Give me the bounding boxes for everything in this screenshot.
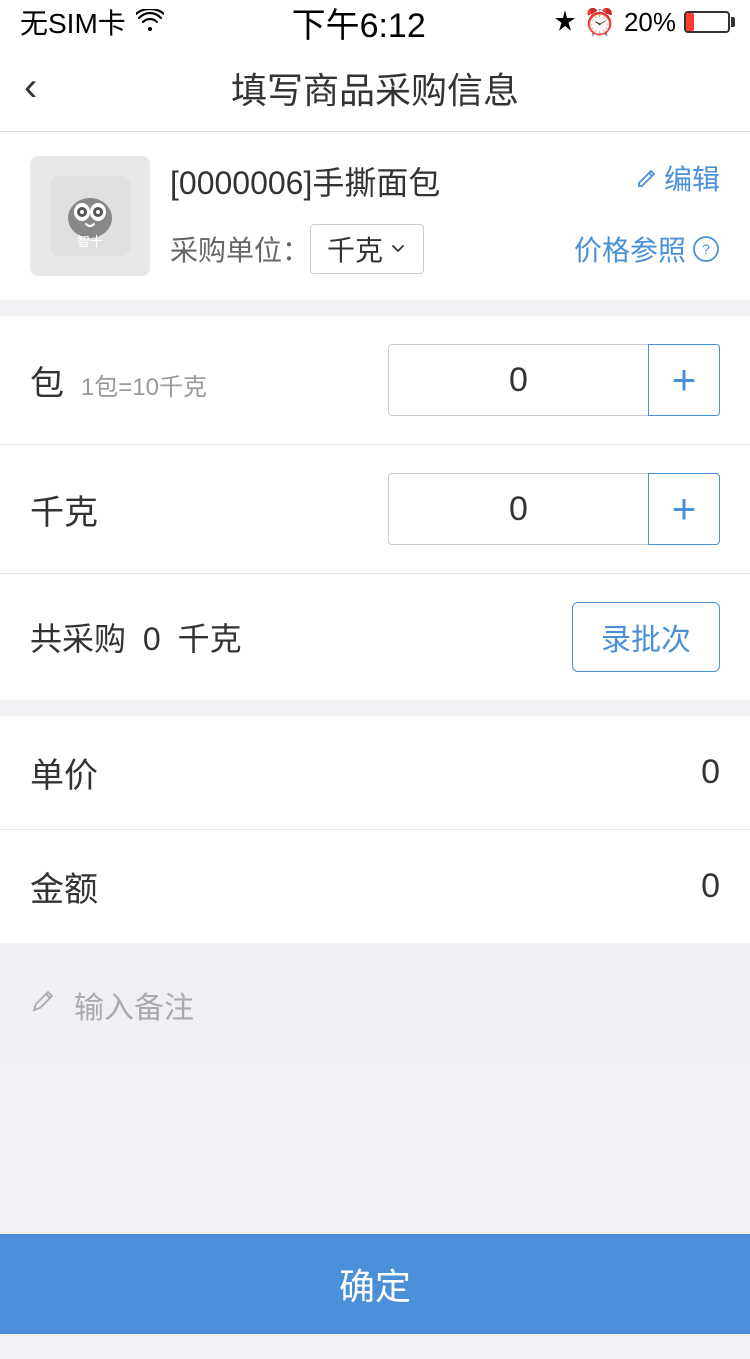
bag-label-container: 包 1包=10千克 (30, 356, 207, 405)
battery-percent: 20% (624, 7, 676, 38)
unit-price-value: 0 (701, 753, 720, 792)
note-placeholder: 输入备注 (74, 983, 194, 1027)
nav-bar: ‹ 填写商品采购信息 (0, 44, 750, 132)
kg-quantity-input[interactable] (388, 473, 648, 545)
divider-2 (0, 700, 750, 708)
status-bar-left: 无SIM卡 (20, 2, 164, 42)
svg-text:?: ? (702, 241, 710, 257)
status-bar-right: ⏰ 20% (554, 7, 730, 38)
amount-value: 0 (701, 867, 720, 906)
summary-unit: 千克 (178, 621, 242, 657)
svg-text:智十: 智十 (77, 234, 103, 249)
amount-label: 金额 (30, 862, 98, 911)
carrier-label: 无SIM卡 (20, 2, 126, 42)
page-title: 填写商品采购信息 (231, 62, 519, 114)
amount-row: 金额 0 (0, 830, 750, 943)
product-name: [0000006]手撕面包 (170, 158, 440, 204)
edit-label: 编辑 (664, 158, 720, 198)
input-section: 包 1包=10千克 + 千克 + (0, 316, 750, 573)
back-icon: ‹ (24, 65, 37, 110)
kg-label-container: 千克 (30, 485, 98, 534)
summary-amount: 0 (143, 621, 161, 657)
price-ref-label: 价格参照 (574, 229, 686, 269)
product-image: 智十 (30, 156, 150, 276)
summary-prefix: 共采购 (30, 621, 126, 657)
unit-label: 采购单位： (170, 229, 310, 269)
price-section: 单价 0 金额 0 (0, 716, 750, 943)
price-reference-button[interactable]: 价格参照 ? (574, 229, 720, 269)
battery-icon (684, 11, 730, 33)
batch-button[interactable]: 录批次 (572, 602, 720, 672)
alarm-icon: ⏰ (584, 7, 616, 38)
bag-input-row: 包 1包=10千克 + (0, 316, 750, 445)
bag-sub-label: 1包=10千克 (81, 374, 207, 401)
edit-button[interactable]: 编辑 (636, 158, 720, 198)
back-button[interactable]: ‹ (24, 65, 37, 110)
location-icon (554, 7, 576, 38)
bag-label: 包 (30, 365, 64, 403)
kg-input-row: 千克 + (0, 445, 750, 573)
unit-value: 千克 (327, 229, 383, 269)
pencil-icon (30, 988, 58, 1023)
status-bar: 无SIM卡 下午6:12 ⏰ 20% (0, 0, 750, 44)
product-info: [0000006]手撕面包 编辑 采购单位： 千克 价格 (170, 158, 720, 274)
note-section[interactable]: 输入备注 (0, 951, 750, 1059)
status-bar-time: 下午6:12 (292, 0, 426, 47)
kg-plus-icon: + (672, 485, 697, 533)
wifi-icon (136, 6, 164, 38)
unit-selector[interactable]: 千克 (310, 224, 424, 274)
divider-1 (0, 308, 750, 316)
bag-input-control: + (388, 344, 720, 416)
confirm-button[interactable]: 确定 (0, 1234, 750, 1334)
bag-quantity-input[interactable] (388, 344, 648, 416)
product-card: 智十 [0000006]手撕面包 编辑 采购单位： 千克 (0, 132, 750, 308)
summary-text: 共采购 0 千克 (30, 614, 242, 660)
bag-plus-icon: + (672, 356, 697, 404)
kg-plus-button[interactable]: + (648, 473, 720, 545)
summary-row: 共采购 0 千克 录批次 (0, 573, 750, 700)
kg-input-control: + (388, 473, 720, 545)
unit-price-row: 单价 0 (0, 716, 750, 830)
unit-price-label: 单价 (30, 748, 98, 797)
kg-label: 千克 (30, 494, 98, 532)
bag-plus-button[interactable]: + (648, 344, 720, 416)
